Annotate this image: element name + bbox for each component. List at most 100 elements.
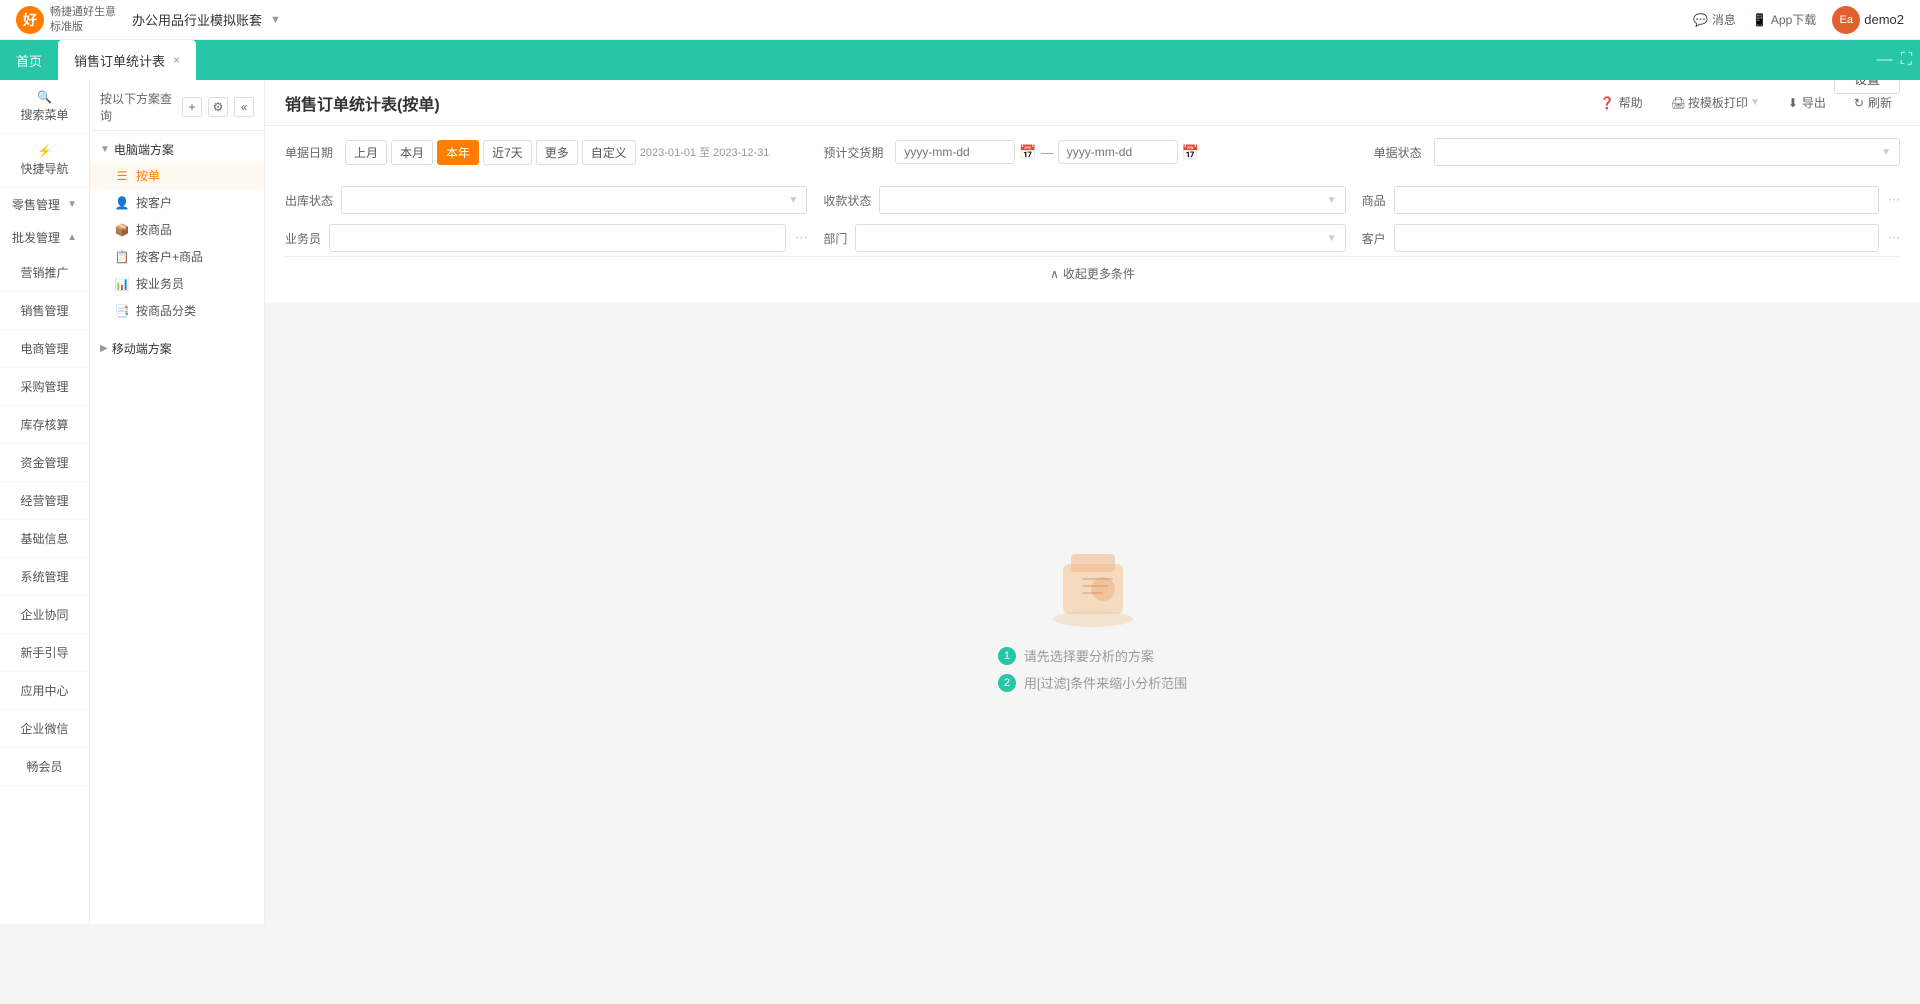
sidebar-item-ecommerce[interactable]: 电商管理 (0, 330, 89, 368)
dept-arrow: ▼ (1327, 233, 1337, 244)
nav-icon: ⚡ (37, 144, 52, 158)
left-panel-header: 按以下方案查询 + ⚙ « (90, 80, 264, 131)
refresh-icon: ↻ (1854, 96, 1864, 110)
user-area[interactable]: Ea demo2 (1832, 6, 1904, 34)
help-btn[interactable]: ❓ 帮助 (1592, 90, 1651, 115)
collapse-panel-btn[interactable]: « (234, 97, 254, 117)
sidebar-item-member[interactable]: 畅会员 (0, 748, 89, 786)
avatar: Ea (1832, 6, 1860, 34)
tab-bar: 首页 销售订单统计表 × — ⛶ (0, 40, 1920, 80)
sidebar-quick-nav[interactable]: ⚡ 快捷导航 (0, 134, 89, 188)
expected-date-group: 📅 — 📅 (895, 140, 1361, 164)
mobile-section-arrow: ▶ (100, 343, 108, 354)
tab-minimize-icon[interactable]: — (1877, 51, 1893, 69)
empty-svg (1033, 534, 1153, 634)
add-scheme-btn[interactable]: + (182, 97, 202, 117)
sidebar-item-retail[interactable]: 零售管理▼ (0, 188, 89, 221)
message-icon: 💬 (1693, 13, 1708, 27)
salesperson-label: 业务员 (285, 230, 321, 247)
left-panel-actions: + ⚙ « (182, 97, 254, 117)
salesperson-cell: 业务员 ··· (285, 224, 823, 252)
sidebar-item-apps[interactable]: 应用中心 (0, 672, 89, 710)
help-icon: ❓ (1600, 96, 1615, 110)
pay-status-select[interactable]: ▼ (879, 186, 1345, 214)
scheme-item-by-category[interactable]: 📑 按商品分类 (90, 297, 264, 324)
salesperson-input[interactable] (329, 224, 786, 252)
sidebar-item-marketing[interactable]: 营销推广 (0, 254, 89, 292)
sidebar-item-basic[interactable]: 基础信息 (0, 520, 89, 558)
sidebar-item-weixin[interactable]: 企业微信 (0, 710, 89, 748)
pay-status-cell: 收款状态 ▼ (823, 186, 1361, 214)
wholesale-arrow: ▲ (67, 232, 77, 243)
scheme-item-by-order[interactable]: ☰ 按单 (90, 162, 264, 189)
date-label: 单据日期 (285, 144, 333, 161)
app-dropdown-arrow[interactable]: ▼ (270, 14, 281, 26)
export-btn[interactable]: ⬇ 导出 (1780, 90, 1834, 115)
sidebar-item-wholesale[interactable]: 批发管理▲ (0, 221, 89, 254)
pc-section-arrow: ▼ (100, 144, 110, 155)
scheme-item-by-customer[interactable]: 👤 按客户 (90, 189, 264, 216)
main-layout: 🔍 搜索菜单 ⚡ 快捷导航 零售管理▼ 批发管理▲ 营销推广 销售管理 电商管理… (0, 80, 1920, 924)
out-status-select[interactable]: ▼ (341, 186, 807, 214)
sidebar-item-newbie[interactable]: 新手引导 (0, 634, 89, 672)
department-select[interactable]: ▼ (855, 224, 1345, 252)
sidebar-item-system[interactable]: 系统管理 (0, 558, 89, 596)
sidebar: 🔍 搜索菜单 ⚡ 快捷导航 零售管理▼ 批发管理▲ 营销推广 销售管理 电商管理… (0, 80, 90, 924)
empty-hints: 1 请先选择要分析的方案 2 用[过滤]条件来缩小分析范围 (998, 646, 1187, 692)
department-cell: 部门 ▼ (823, 224, 1361, 252)
tab-maximize-icon[interactable]: ⛶ (1901, 51, 1912, 69)
sidebar-item-sales[interactable]: 销售管理 (0, 292, 89, 330)
tab-home[interactable]: 首页 (0, 40, 58, 80)
status-select[interactable]: ▼ (1434, 138, 1900, 166)
out-status-cell: 出库状态 ▼ (285, 186, 823, 214)
sidebar-item-inventory[interactable]: 库存核算 (0, 406, 89, 444)
scheme-item-by-product[interactable]: 📦 按商品 (90, 216, 264, 243)
more-btn[interactable]: 更多 (536, 140, 578, 165)
by-order-icon: ☰ (114, 169, 130, 183)
custom-btn[interactable]: 自定义 (582, 140, 636, 165)
search-icon: 🔍 (37, 90, 52, 104)
by-product-icon: 📦 (114, 223, 130, 237)
page-title: 销售订单统计表(按单) (285, 91, 440, 125)
mobile-section-title[interactable]: ▶ 移动端方案 (90, 336, 264, 361)
salesperson-dots[interactable]: ··· (794, 229, 807, 247)
print-btn[interactable]: 🖨 按模板打印 ▼ (1663, 90, 1768, 115)
right-action-btns: 查询 设置 (1834, 80, 1900, 94)
export-icon: ⬇ (1788, 96, 1798, 110)
tab-close-icon[interactable]: × (173, 53, 180, 67)
pc-section-title[interactable]: ▼ 电脑端方案 (90, 137, 264, 162)
out-status-label: 出库状态 (285, 192, 333, 209)
last7-btn[interactable]: 近7天 (483, 140, 532, 165)
message-action[interactable]: 💬 消息 (1693, 11, 1736, 28)
sidebar-item-purchase[interactable]: 采购管理 (0, 368, 89, 406)
product-dots[interactable]: ··· (1887, 191, 1900, 209)
settings-btn[interactable]: 设置 (1834, 80, 1900, 94)
collapse-btn[interactable]: ∧ 收起更多条件 (285, 256, 1900, 290)
customer-input[interactable] (1394, 224, 1879, 252)
last-month-btn[interactable]: 上月 (345, 140, 387, 165)
scheme-item-by-salesperson[interactable]: 📊 按业务员 (90, 270, 264, 297)
top-bar-left: 好 畅捷通好生意 标准版 办公用品行业模拟账套 ▼ (16, 5, 281, 34)
print-icon: 🖨 (1671, 96, 1686, 110)
status-label: 单据状态 (1374, 144, 1422, 161)
tab-active[interactable]: 销售订单统计表 × (58, 40, 196, 80)
customer-cell: 客户 ··· (1362, 224, 1900, 252)
filter-row-3: 业务员 ··· 部门 ▼ 客户 ··· (285, 224, 1900, 252)
sidebar-item-finance[interactable]: 资金管理 (0, 444, 89, 482)
this-year-btn[interactable]: 本年 (437, 140, 479, 165)
cal-icon-end[interactable]: 📅 (1182, 144, 1199, 161)
expected-date-end[interactable] (1058, 140, 1178, 164)
settings-scheme-btn[interactable]: ⚙ (208, 97, 228, 117)
by-customer-icon: 👤 (114, 196, 130, 210)
sidebar-item-operations[interactable]: 经营管理 (0, 482, 89, 520)
customer-dots[interactable]: ··· (1887, 229, 1900, 247)
expected-date-start[interactable] (895, 140, 1015, 164)
sidebar-search[interactable]: 🔍 搜索菜单 (0, 80, 89, 134)
logo-area: 好 畅捷通好生意 标准版 (16, 5, 116, 34)
this-month-btn[interactable]: 本月 (391, 140, 433, 165)
app-download-action[interactable]: 📱 App下载 (1752, 11, 1816, 28)
scheme-item-by-customer-product[interactable]: 📋 按客户+商品 (90, 243, 264, 270)
cal-icon-start[interactable]: 📅 (1019, 144, 1036, 161)
product-input[interactable] (1394, 186, 1879, 214)
sidebar-item-enterprise[interactable]: 企业协同 (0, 596, 89, 634)
